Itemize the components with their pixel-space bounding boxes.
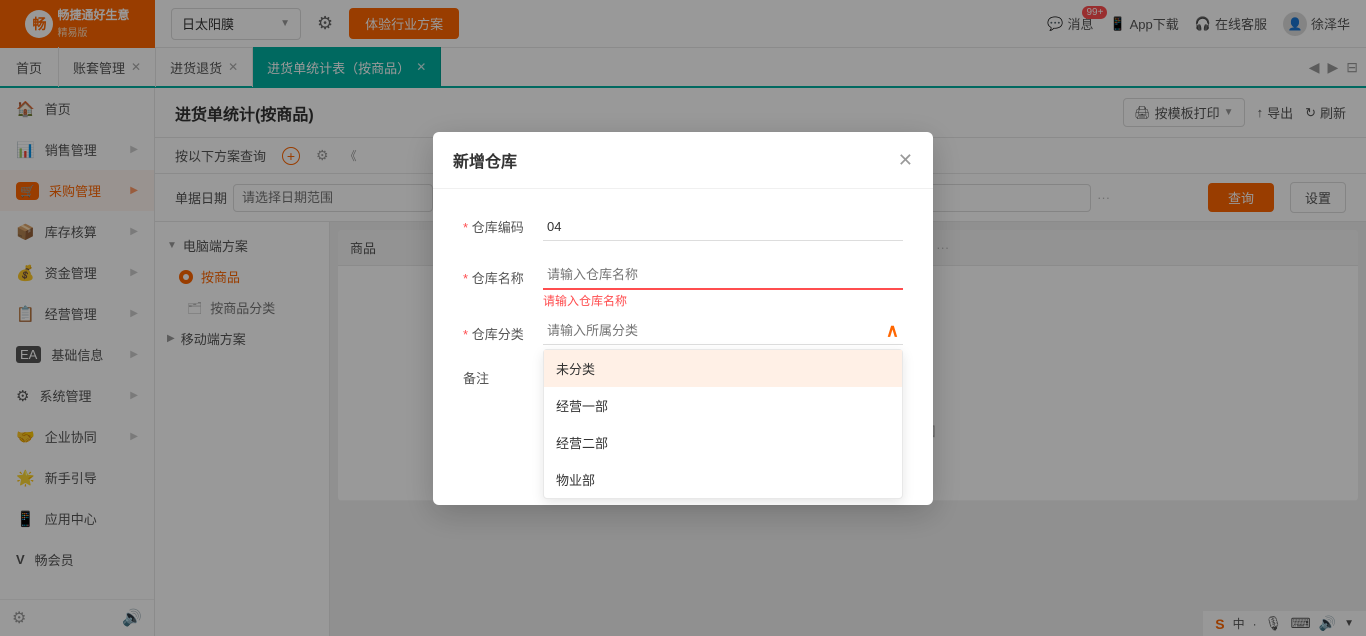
name-label: * 仓库名称	[463, 261, 543, 287]
required-star: *	[463, 220, 468, 235]
name-error-msg: 请输入仓库名称	[543, 292, 903, 309]
modal-title: 新增仓库	[453, 148, 517, 172]
modal-header: 新增仓库 ✕	[433, 132, 933, 189]
note-label: 备注	[463, 361, 543, 387]
dropdown-item-dept2[interactable]: 经营二部	[544, 424, 902, 461]
required-star2: *	[463, 271, 468, 286]
modal-body: * 仓库编码 * 仓库名称 请输入仓库名称	[433, 189, 933, 454]
category-dropdown-icon[interactable]: ∧	[886, 320, 899, 341]
category-label: * 仓库分类	[463, 317, 543, 343]
name-input-wrap: 请输入仓库名称	[543, 261, 903, 309]
category-input-wrap: ∧ 未分类 经营一部 经营二部 物业部	[543, 317, 903, 345]
category-dropdown: 未分类 经营一部 经营二部 物业部	[543, 349, 903, 499]
code-input[interactable]	[543, 213, 903, 241]
form-row-name: * 仓库名称 请输入仓库名称	[463, 261, 903, 309]
dropdown-item-uncategorized[interactable]: 未分类	[544, 350, 902, 387]
name-input[interactable]	[543, 261, 903, 290]
dropdown-item-dept1[interactable]: 经营一部	[544, 387, 902, 424]
form-row-code: * 仓库编码	[463, 213, 903, 241]
modal-overlay[interactable]: 新增仓库 ✕ * 仓库编码 * 仓库名称	[0, 0, 1366, 636]
required-star3: *	[463, 327, 468, 342]
category-input[interactable]	[543, 317, 903, 345]
code-label: * 仓库编码	[463, 217, 543, 236]
code-input-wrap	[543, 213, 903, 241]
modal-close-icon[interactable]: ✕	[898, 151, 913, 169]
modal: 新增仓库 ✕ * 仓库编码 * 仓库名称	[433, 132, 933, 505]
dropdown-item-dept3[interactable]: 物业部	[544, 461, 902, 498]
form-row-category: * 仓库分类 ∧ 未分类 经营一部 经营二	[463, 317, 903, 345]
